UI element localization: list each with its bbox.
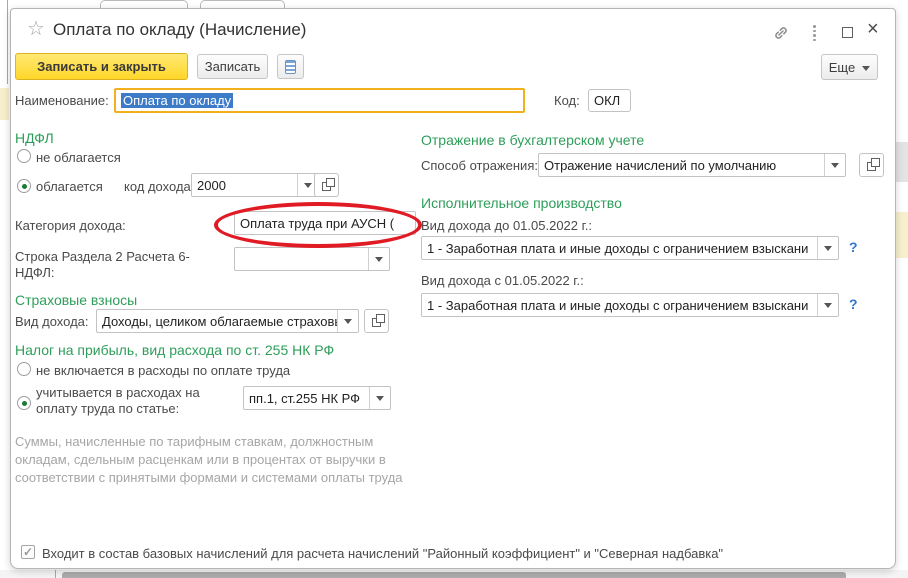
save-button[interactable]: Записать	[197, 54, 268, 79]
section-accounting: Отражение в бухгалтерском учете	[421, 132, 645, 148]
base-accruals-checkbox-label[interactable]: Входит в состав базовых начислений для р…	[42, 546, 723, 561]
chevron-down-icon	[862, 65, 871, 71]
reflection-method-label: Способ отражения:	[421, 158, 538, 173]
radio-not-taxed-label[interactable]: не облагается	[36, 150, 121, 165]
enforcement-before-value: 1 - Заработная плата и иные доходы с огр…	[427, 240, 809, 256]
open-icon	[322, 178, 335, 191]
enforcement-before-label: Вид дохода до 01.05.2022 г.:	[421, 218, 593, 233]
income-category-label: Категория дохода:	[15, 218, 126, 233]
reflection-method-combobox[interactable]: Отражение начислений по умолчанию	[538, 153, 846, 177]
chevron-down-icon[interactable]	[369, 387, 390, 409]
section2-6ndfl-label: Строка Раздела 2 Расчета 6-НДФЛ:	[15, 249, 190, 280]
section-profit-tax: Налог на прибыль, вид расхода по ст. 255…	[15, 342, 335, 358]
open-icon	[867, 158, 880, 171]
window-title: Оплата по окладу (Начисление)	[53, 20, 307, 39]
insurance-income-type-label: Вид дохода:	[15, 314, 89, 329]
radio-not-included[interactable]	[17, 362, 31, 376]
insurance-income-type-value: Доходы, целиком облагаемые страховым	[102, 313, 337, 329]
link-icon[interactable]	[772, 24, 790, 42]
radio-taxed-label[interactable]: облагается	[36, 179, 103, 194]
chevron-down-icon[interactable]	[337, 310, 358, 332]
income-code-description: Суммы, начисленные по тарифным ставкам, …	[15, 434, 403, 485]
reflection-method-value: Отражение начислений по умолчанию	[544, 157, 777, 173]
help-link[interactable]: ?	[849, 239, 858, 255]
insurance-open-button[interactable]	[364, 309, 389, 333]
dialog-window: ☆ Оплата по окладу (Начисление) × Записа…	[10, 8, 896, 569]
enforcement-before-combobox[interactable]: 1 - Заработная плата и иные доходы с огр…	[421, 236, 839, 260]
name-input-value: Оплата по окладу	[121, 93, 234, 108]
base-accruals-checkbox[interactable]: ✓	[21, 545, 35, 559]
radio-included-label[interactable]: учитывается в расходах на оплату труда п…	[36, 385, 236, 417]
background-row-highlight	[0, 88, 9, 120]
enforcement-after-label: Вид дохода с 01.05.2022 г.:	[421, 273, 584, 288]
save-label: Записать	[204, 59, 261, 74]
code-label: Код:	[554, 93, 580, 108]
chevron-down-icon[interactable]	[817, 294, 838, 316]
insurance-income-type-combobox[interactable]: Доходы, целиком облагаемые страховым	[96, 309, 359, 333]
enforcement-after-combobox[interactable]: 1 - Заработная плата и иные доходы с огр…	[421, 293, 839, 317]
income-code-combobox[interactable]: 2000	[191, 173, 319, 197]
expense-article-value: пп.1, ст.255 НК РФ	[249, 390, 361, 406]
more-menu-icon[interactable]	[813, 25, 816, 41]
name-label: Наименование:	[15, 93, 109, 108]
section-enforcement: Исполнительное производство	[421, 195, 622, 211]
section-insurance: Страховые взносы	[15, 292, 138, 308]
reflection-open-button[interactable]	[859, 153, 884, 177]
income-code-open-button[interactable]	[314, 173, 339, 197]
background-row-highlight	[896, 212, 908, 258]
radio-not-included-label[interactable]: не включается в расходы по оплате труда	[36, 363, 290, 378]
code-input[interactable]: ОКЛ	[588, 89, 631, 112]
income-code-value: 2000	[197, 177, 226, 193]
more-actions-label: Еще	[828, 59, 856, 75]
radio-not-taxed[interactable]	[17, 149, 31, 163]
expense-article-combobox[interactable]: пп.1, ст.255 НК РФ	[243, 386, 391, 410]
chevron-down-icon[interactable]	[824, 154, 845, 176]
radio-taxed[interactable]	[17, 179, 31, 193]
code-input-value: ОКЛ	[594, 93, 621, 108]
income-category-combobox[interactable]: Оплата труда при АУСН (	[234, 211, 416, 235]
background-divider	[55, 570, 56, 578]
chevron-down-icon[interactable]	[817, 237, 838, 259]
close-icon[interactable]: ×	[867, 18, 879, 40]
more-actions-button[interactable]: Еще	[821, 54, 878, 80]
document-list-icon	[285, 59, 296, 74]
radio-included[interactable]	[17, 396, 31, 410]
background-divider	[7, 0, 8, 84]
income-category-value: Оплата труда при АУСН (	[240, 215, 395, 231]
save-and-close-button[interactable]: Записать и закрыть	[15, 53, 188, 80]
name-input[interactable]: Оплата по окладу	[114, 88, 525, 113]
enforcement-after-value: 1 - Заработная плата и иные доходы с огр…	[427, 297, 809, 313]
save-and-close-label: Записать и закрыть	[37, 59, 166, 74]
related-documents-button[interactable]	[277, 54, 304, 79]
background-row	[896, 142, 908, 182]
help-link[interactable]: ?	[849, 296, 858, 312]
open-icon	[372, 314, 385, 327]
section-ndfl: НДФЛ	[15, 130, 54, 146]
income-code-label: код дохода:	[124, 179, 195, 194]
section2-6ndfl-combobox[interactable]	[234, 247, 390, 271]
favorite-star-icon[interactable]: ☆	[27, 18, 45, 40]
background-window-edge	[62, 572, 846, 578]
maximize-icon[interactable]	[842, 27, 853, 38]
chevron-down-icon[interactable]	[368, 248, 389, 270]
